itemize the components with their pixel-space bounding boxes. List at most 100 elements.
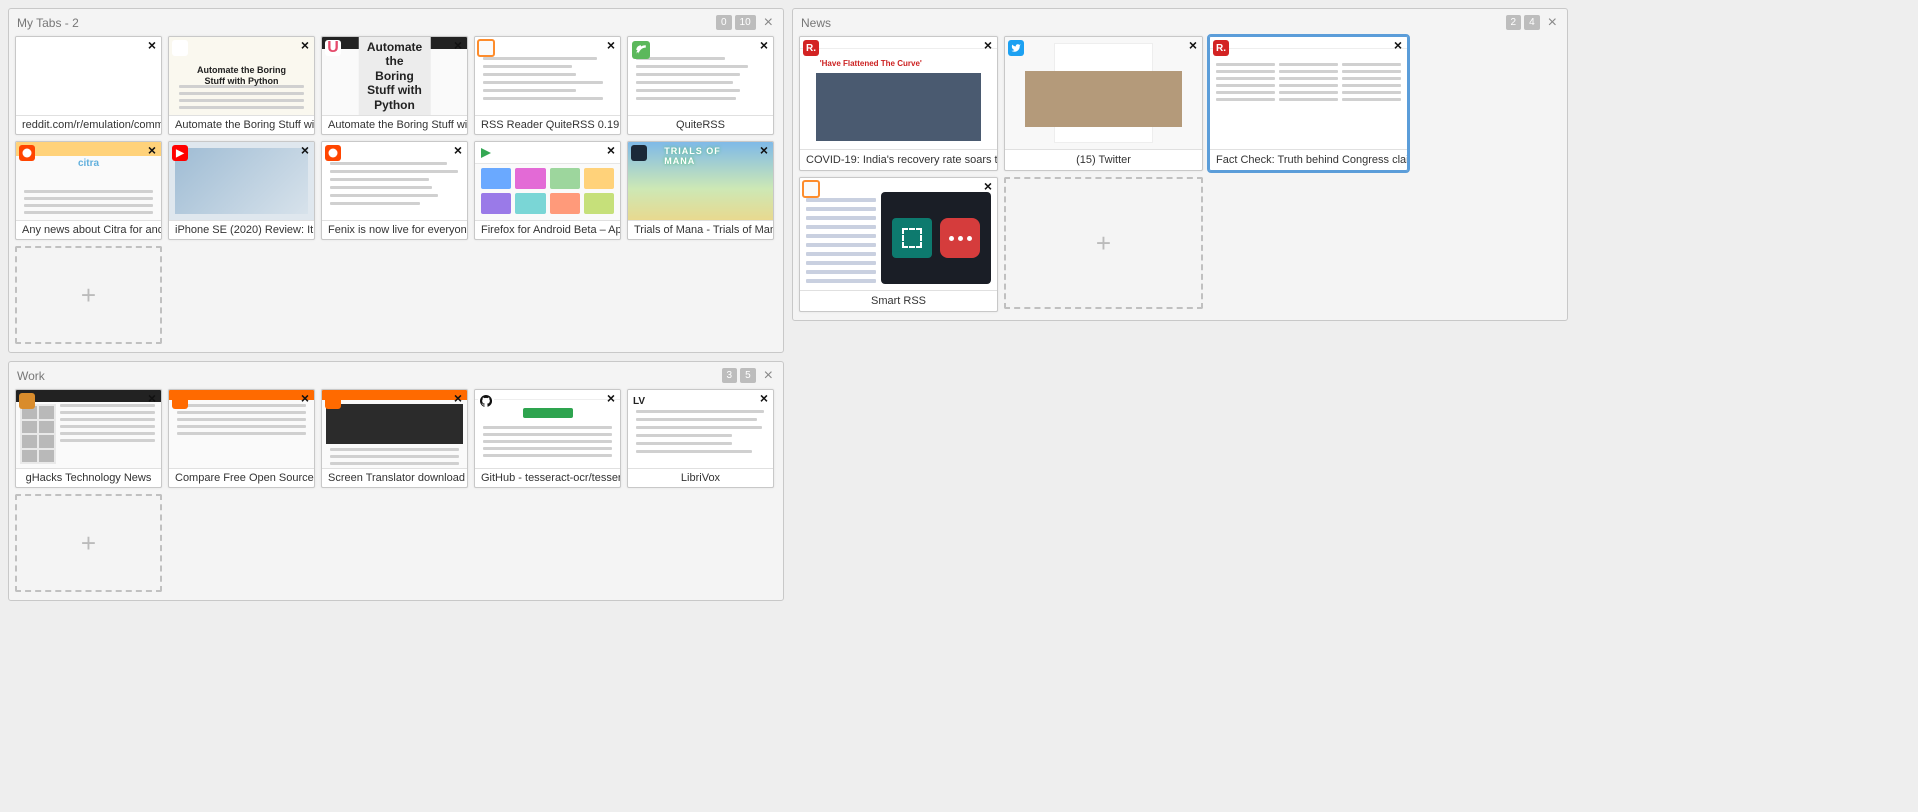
tab-title: LibriVox bbox=[628, 468, 773, 487]
tab-thumbnail[interactable] bbox=[169, 390, 314, 468]
tab-thumbnail[interactable]: Automate the Boring Stuff with Python bbox=[322, 37, 467, 115]
tab-tile[interactable]: LV × LibriVox bbox=[627, 389, 774, 488]
tab-group: News24×R.×'Have Flattened The Curve'COVI… bbox=[792, 8, 1568, 321]
close-group-button[interactable]: × bbox=[1546, 17, 1559, 29]
tab-thumbnail[interactable] bbox=[475, 390, 620, 468]
tab-tile[interactable]: × (15) Twitter bbox=[1004, 36, 1203, 171]
tab-tile[interactable]: × GitHub - tesseract-ocr/tesserac bbox=[474, 389, 621, 488]
close-tab-button[interactable]: × bbox=[604, 391, 618, 405]
favicon bbox=[172, 40, 188, 56]
tab-tile[interactable]: × RSS Reader QuiteRSS 0.19.4 o bbox=[474, 36, 621, 135]
favicon: LV bbox=[631, 393, 647, 409]
close-tab-button[interactable]: × bbox=[757, 38, 771, 52]
add-tab-button[interactable]: + bbox=[15, 494, 162, 592]
close-tab-button[interactable]: × bbox=[145, 391, 159, 405]
close-tab-button[interactable]: × bbox=[757, 391, 771, 405]
close-tab-button[interactable]: × bbox=[981, 179, 995, 193]
group-header: Work35 × bbox=[13, 366, 779, 389]
tab-thumbnail[interactable] bbox=[322, 390, 467, 468]
add-tab-button[interactable]: + bbox=[1004, 177, 1203, 309]
tab-tile[interactable]: × Compare Free Open Source So bbox=[168, 389, 315, 488]
close-tab-button[interactable]: × bbox=[1186, 38, 1200, 52]
tab-title: (15) Twitter bbox=[1005, 149, 1202, 170]
group-badge: 0 bbox=[716, 15, 732, 30]
tab-tile[interactable]: ×gHacks Technology News bbox=[15, 389, 162, 488]
tab-title: Screen Translator download | S bbox=[322, 468, 467, 487]
tab-thumbnail[interactable] bbox=[16, 37, 161, 115]
tab-tile[interactable]: × reddit.com/r/emulation/commen bbox=[15, 36, 162, 135]
favicon bbox=[325, 145, 341, 161]
group-title[interactable]: Work bbox=[17, 369, 719, 383]
group-title[interactable]: My Tabs - 2 bbox=[17, 16, 713, 30]
tab-thumbnail[interactable] bbox=[169, 142, 314, 220]
group-header: My Tabs - 2010× bbox=[13, 13, 779, 36]
tab-tile[interactable]: U×Automate the Boring Stuff with PythonA… bbox=[321, 36, 468, 135]
tab-title: Compare Free Open Source So bbox=[169, 468, 314, 487]
favicon: R. bbox=[803, 40, 819, 56]
tab-tile[interactable]: × Firefox for Android Beta – Apps bbox=[474, 141, 621, 240]
tab-tile[interactable]: ×citraAny news about Citra for androi bbox=[15, 141, 162, 240]
close-tab-button[interactable]: × bbox=[298, 38, 312, 52]
tab-thumbnail[interactable] bbox=[475, 142, 620, 220]
close-tab-button[interactable]: × bbox=[298, 391, 312, 405]
tab-thumbnail[interactable]: Automate the Boring Stuff with Python bbox=[169, 37, 314, 115]
close-group-button[interactable]: × bbox=[762, 17, 775, 29]
tiles-container: ×reddit.com/r/emulation/commen×Automate … bbox=[13, 36, 779, 344]
group-badge: 3 bbox=[722, 368, 738, 383]
tab-tile[interactable]: × Screen Translator download | S bbox=[321, 389, 468, 488]
tab-thumbnail[interactable] bbox=[1005, 37, 1202, 149]
tab-tile[interactable]: × Smart RSS bbox=[799, 177, 998, 312]
tab-thumbnail[interactable]: TRIALS OF MANA bbox=[628, 142, 773, 220]
close-tab-button[interactable]: × bbox=[604, 143, 618, 157]
close-tab-button[interactable]: × bbox=[604, 38, 618, 52]
close-group-button[interactable]: × bbox=[762, 370, 775, 382]
close-tab-button[interactable]: × bbox=[981, 38, 995, 52]
close-tab-button[interactable]: × bbox=[1391, 38, 1405, 52]
tab-tile[interactable]: ×TRIALS OF MANATrials of Mana - Trials o… bbox=[627, 141, 774, 240]
tab-thumbnail[interactable] bbox=[800, 178, 997, 290]
close-tab-button[interactable]: × bbox=[145, 143, 159, 157]
group-badge: 2 bbox=[1506, 15, 1522, 30]
tab-thumbnail[interactable] bbox=[1210, 37, 1407, 149]
close-tab-button[interactable]: × bbox=[451, 143, 465, 157]
tab-title: iPhone SE (2020) Review: It All bbox=[169, 220, 314, 239]
tab-thumbnail[interactable] bbox=[628, 390, 773, 468]
favicon bbox=[631, 40, 647, 56]
close-tab-button[interactable]: × bbox=[757, 143, 771, 157]
tab-title: reddit.com/r/emulation/commen bbox=[16, 115, 161, 134]
tab-thumbnail[interactable] bbox=[322, 142, 467, 220]
favicon bbox=[19, 145, 35, 161]
group-header: News24 × bbox=[797, 13, 1563, 36]
favicon bbox=[478, 145, 494, 161]
tab-title: GitHub - tesseract-ocr/tesserac bbox=[475, 468, 620, 487]
tab-thumbnail[interactable] bbox=[475, 37, 620, 115]
tab-title: Any news about Citra for androi bbox=[16, 220, 161, 239]
tab-tile[interactable]: ×Fenix is now live for everyone in bbox=[321, 141, 468, 240]
close-tab-button[interactable]: × bbox=[451, 391, 465, 405]
tab-thumbnail[interactable]: citra bbox=[16, 142, 161, 220]
tab-title: Firefox for Android Beta – Apps bbox=[475, 220, 620, 239]
tab-thumbnail[interactable] bbox=[16, 390, 161, 468]
favicon bbox=[478, 40, 494, 56]
tab-tile[interactable]: ▶×iPhone SE (2020) Review: It All bbox=[168, 141, 315, 240]
tab-tile[interactable]: × QuiteRSS bbox=[627, 36, 774, 135]
tab-title: RSS Reader QuiteRSS 0.19.4 o bbox=[475, 115, 620, 134]
tab-title: QuiteRSS bbox=[628, 115, 773, 134]
group-badge: 5 bbox=[740, 368, 756, 383]
tab-thumbnail[interactable]: 'Have Flattened The Curve' bbox=[800, 37, 997, 149]
group-badge: 4 bbox=[1524, 15, 1540, 30]
tab-group: Work35××gHacks Technology News×Compare F… bbox=[8, 361, 784, 601]
add-tab-button[interactable]: + bbox=[15, 246, 162, 344]
tab-thumbnail[interactable] bbox=[628, 37, 773, 115]
favicon bbox=[1008, 40, 1024, 56]
close-tab-button[interactable]: × bbox=[451, 38, 465, 52]
tab-tile[interactable]: R.×Fact Check: Truth behind Congress cla… bbox=[1209, 36, 1408, 171]
tab-group: My Tabs - 2010××reddit.com/r/emulation/c… bbox=[8, 8, 784, 353]
tab-tile[interactable]: ×Automate the Boring Stuff with PythonAu… bbox=[168, 36, 315, 135]
tab-tile[interactable]: R.×'Have Flattened The Curve'COVID-19: I… bbox=[799, 36, 998, 171]
close-tab-button[interactable]: × bbox=[145, 38, 159, 52]
tab-title: Smart RSS bbox=[800, 290, 997, 311]
tab-title: Automate the Boring Stuff with P bbox=[322, 115, 467, 134]
group-title[interactable]: News bbox=[801, 16, 1503, 30]
close-tab-button[interactable]: × bbox=[298, 143, 312, 157]
